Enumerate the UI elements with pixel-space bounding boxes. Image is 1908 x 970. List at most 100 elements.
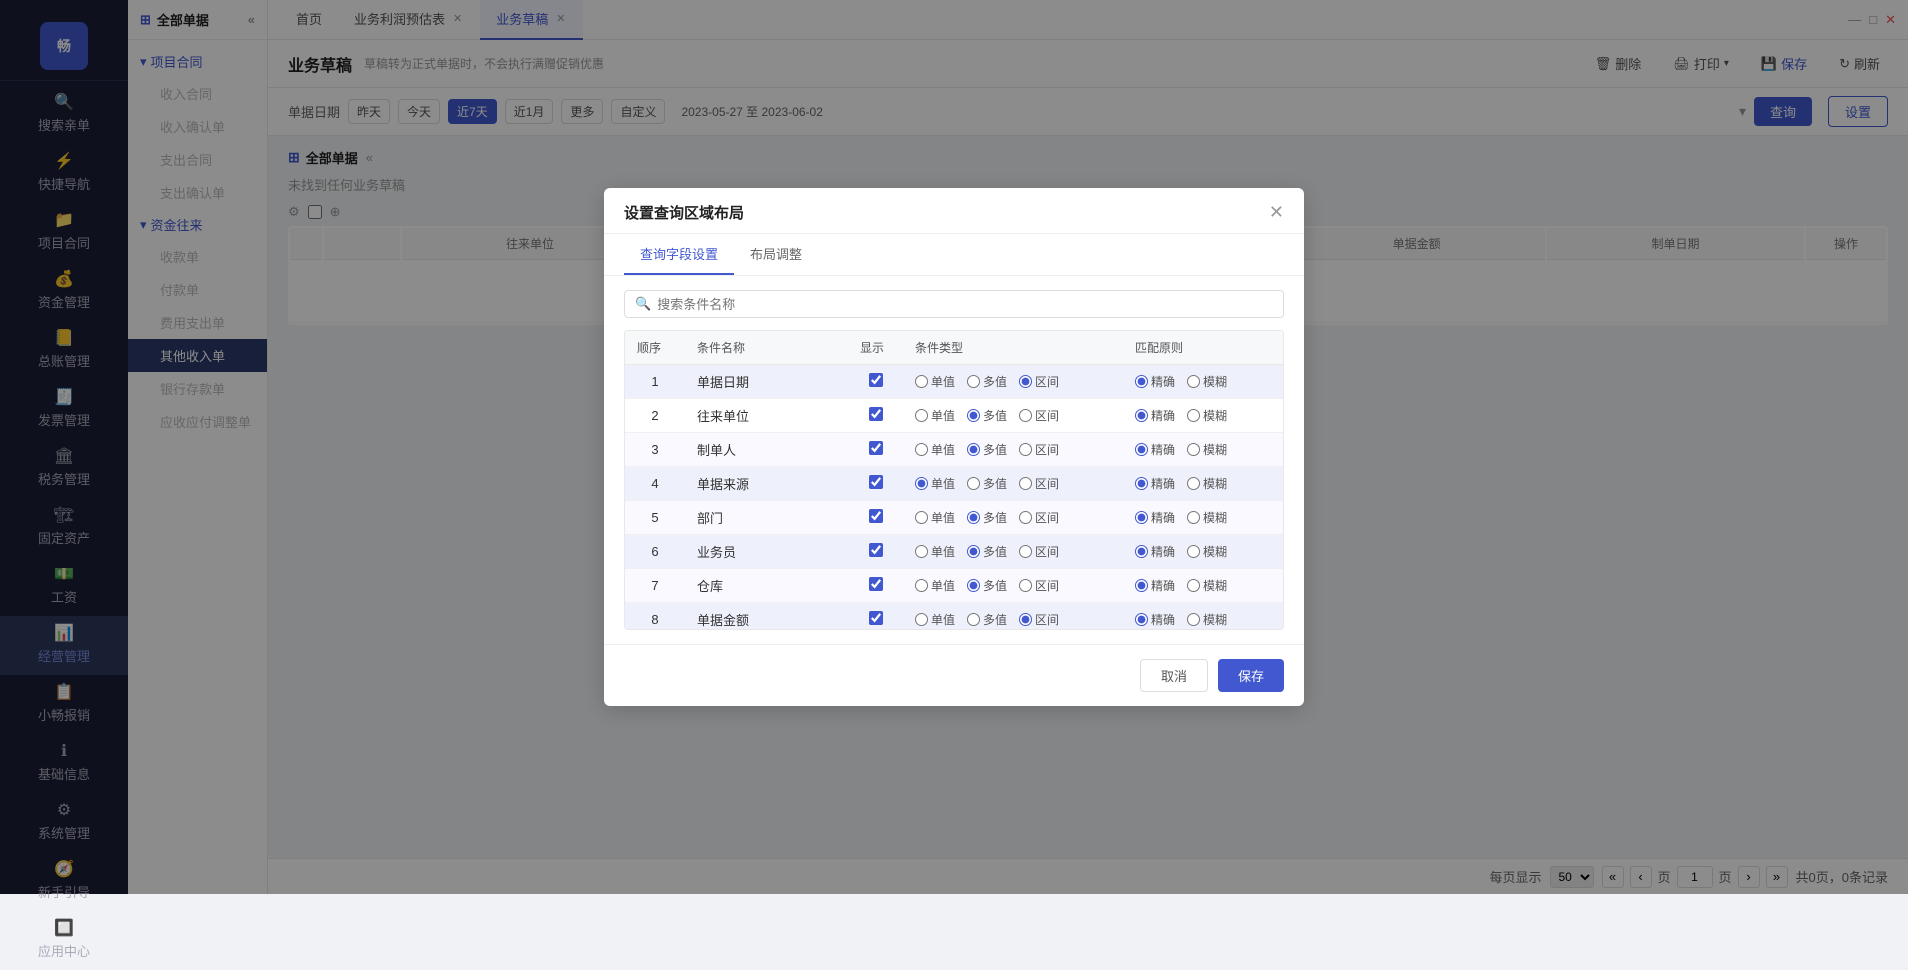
type-radio-label[interactable]: 单值 — [915, 373, 955, 390]
type-radio-label[interactable]: 区间 — [1019, 475, 1059, 492]
type-radio-label[interactable]: 多值 — [967, 577, 1007, 594]
match-radio[interactable] — [1135, 613, 1148, 626]
type-radio[interactable] — [1019, 511, 1032, 524]
type-radio[interactable] — [967, 375, 980, 388]
match-radio[interactable] — [1135, 443, 1148, 456]
match-radio-label[interactable]: 精确 — [1135, 543, 1175, 560]
type-radio-label[interactable]: 多值 — [967, 475, 1007, 492]
match-radio-label[interactable]: 精确 — [1135, 611, 1175, 628]
type-radio[interactable] — [915, 545, 928, 558]
type-radio[interactable] — [1019, 545, 1032, 558]
type-radio[interactable] — [1019, 579, 1032, 592]
modal-save-button[interactable]: 保存 — [1218, 659, 1284, 692]
show-checkbox[interactable] — [869, 611, 883, 625]
type-radio[interactable] — [967, 545, 980, 558]
modal-search-input[interactable] — [657, 297, 1273, 312]
match-radio-label[interactable]: 精确 — [1135, 407, 1175, 424]
modal-tab-layout[interactable]: 布局调整 — [734, 234, 818, 275]
type-radio-label[interactable]: 区间 — [1019, 611, 1059, 628]
match-radio[interactable] — [1187, 443, 1200, 456]
show-checkbox[interactable] — [869, 373, 883, 387]
match-radio-label[interactable]: 模糊 — [1187, 509, 1227, 526]
match-radio-label[interactable]: 模糊 — [1187, 407, 1227, 424]
match-radio-label[interactable]: 模糊 — [1187, 373, 1227, 390]
modal-tab-query[interactable]: 查询字段设置 — [624, 234, 734, 275]
type-radio-label[interactable]: 单值 — [915, 611, 955, 628]
match-radio[interactable] — [1135, 477, 1148, 490]
type-radio-label[interactable]: 多值 — [967, 373, 1007, 390]
type-radio[interactable] — [915, 409, 928, 422]
type-radio[interactable] — [915, 477, 928, 490]
type-radio[interactable] — [967, 579, 980, 592]
type-radio[interactable] — [967, 477, 980, 490]
type-radio-label[interactable]: 区间 — [1019, 509, 1059, 526]
match-radio[interactable] — [1135, 511, 1148, 524]
match-radio[interactable] — [1135, 579, 1148, 592]
match-radio-label[interactable]: 模糊 — [1187, 577, 1227, 594]
type-radio-label[interactable]: 区间 — [1019, 373, 1059, 390]
match-radio-label[interactable]: 精确 — [1135, 373, 1175, 390]
match-radio-label[interactable]: 精确 — [1135, 509, 1175, 526]
type-radio[interactable] — [915, 443, 928, 456]
type-radio[interactable] — [967, 511, 980, 524]
show-checkbox[interactable] — [869, 577, 883, 591]
match-radio-label[interactable]: 精确 — [1135, 577, 1175, 594]
type-radio[interactable] — [915, 511, 928, 524]
show-checkbox[interactable] — [869, 441, 883, 455]
type-radio-label[interactable]: 单值 — [915, 543, 955, 560]
match-radio[interactable] — [1187, 477, 1200, 490]
cell-match: 精确模糊 — [1123, 535, 1283, 569]
match-radio[interactable] — [1187, 613, 1200, 626]
modal-close-button[interactable]: ✕ — [1269, 202, 1284, 223]
type-radio-label[interactable]: 单值 — [915, 475, 955, 492]
type-radio-label[interactable]: 多值 — [967, 441, 1007, 458]
cancel-button[interactable]: 取消 — [1140, 659, 1208, 692]
match-radio[interactable] — [1187, 545, 1200, 558]
type-radio-label[interactable]: 多值 — [967, 611, 1007, 628]
type-radio[interactable] — [915, 375, 928, 388]
type-radio-label[interactable]: 单值 — [915, 509, 955, 526]
match-radio[interactable] — [1135, 409, 1148, 422]
type-radio[interactable] — [1019, 375, 1032, 388]
type-radio[interactable] — [1019, 613, 1032, 626]
match-radio-label[interactable]: 模糊 — [1187, 475, 1227, 492]
type-radio[interactable] — [1019, 477, 1032, 490]
type-radio-label[interactable]: 单值 — [915, 407, 955, 424]
modal-table-container[interactable]: 顺序 条件名称 显示 条件类型 匹配原则 1单据日期单值多值区间精确模糊2往来单… — [624, 330, 1284, 630]
type-radio[interactable] — [1019, 443, 1032, 456]
match-radio[interactable] — [1187, 409, 1200, 422]
cell-type: 单值多值区间 — [903, 501, 1123, 535]
show-checkbox[interactable] — [869, 475, 883, 489]
type-radio-label[interactable]: 区间 — [1019, 441, 1059, 458]
match-radio-label[interactable]: 精确 — [1135, 475, 1175, 492]
type-radio-label[interactable]: 单值 — [915, 441, 955, 458]
match-radio-label[interactable]: 模糊 — [1187, 611, 1227, 628]
type-radio-label[interactable]: 区间 — [1019, 407, 1059, 424]
show-checkbox[interactable] — [869, 509, 883, 523]
type-radio-label[interactable]: 多值 — [967, 543, 1007, 560]
type-radio[interactable] — [967, 409, 980, 422]
type-radio-label[interactable]: 多值 — [967, 407, 1007, 424]
cell-show — [848, 535, 903, 569]
match-radio-label[interactable]: 模糊 — [1187, 441, 1227, 458]
match-radio[interactable] — [1135, 375, 1148, 388]
type-radio[interactable] — [915, 613, 928, 626]
show-checkbox[interactable] — [869, 407, 883, 421]
match-radio-label[interactable]: 模糊 — [1187, 543, 1227, 560]
type-radio-label[interactable]: 多值 — [967, 509, 1007, 526]
match-radio[interactable] — [1135, 545, 1148, 558]
match-radio-label[interactable]: 精确 — [1135, 441, 1175, 458]
match-radio[interactable] — [1187, 375, 1200, 388]
match-radio[interactable] — [1187, 511, 1200, 524]
type-radio[interactable] — [915, 579, 928, 592]
type-radio-label[interactable]: 区间 — [1019, 543, 1059, 560]
sidebar-item-appstore[interactable]: 🔲 应用中心 — [0, 911, 128, 970]
type-radio-label[interactable]: 区间 — [1019, 577, 1059, 594]
show-checkbox[interactable] — [869, 543, 883, 557]
modal-search-bar[interactable]: 🔍 — [624, 290, 1284, 318]
type-radio[interactable] — [967, 443, 980, 456]
type-radio[interactable] — [967, 613, 980, 626]
type-radio-label[interactable]: 单值 — [915, 577, 955, 594]
type-radio[interactable] — [1019, 409, 1032, 422]
match-radio[interactable] — [1187, 579, 1200, 592]
